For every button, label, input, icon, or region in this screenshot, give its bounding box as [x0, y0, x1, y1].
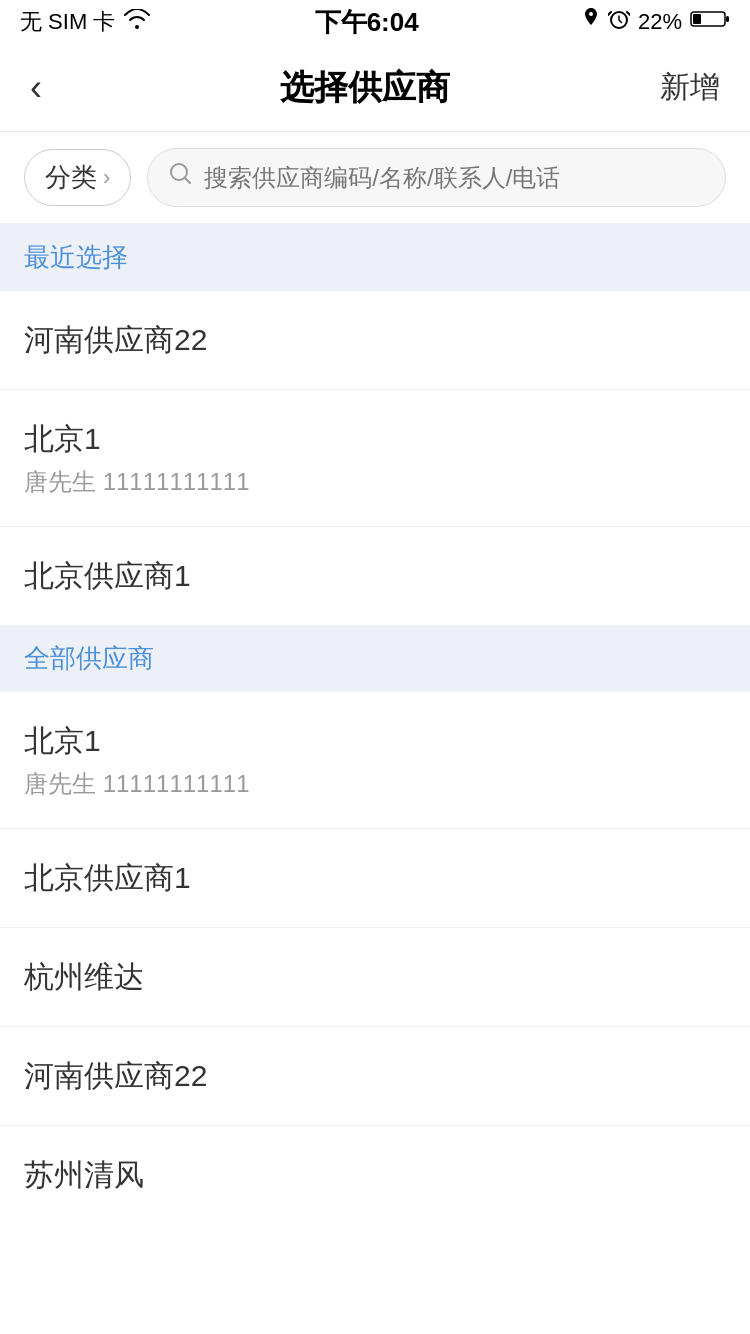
- nav-bar: ‹ 选择供应商 新增: [0, 44, 750, 132]
- list-item[interactable]: 北京供应商1: [0, 527, 750, 625]
- supplier-name: 河南供应商22: [24, 1055, 726, 1097]
- wifi-icon: [123, 9, 151, 35]
- supplier-name: 苏州清风: [24, 1154, 726, 1196]
- category-filter-button[interactable]: 分类 ›: [24, 149, 131, 206]
- list-item[interactable]: 北京1 唐先生 11111111111: [0, 692, 750, 829]
- back-button[interactable]: ‹: [30, 67, 90, 109]
- status-left: 无 SIM 卡: [20, 7, 151, 37]
- list-item[interactable]: 北京供应商1: [0, 829, 750, 928]
- list-item[interactable]: 河南供应商22: [0, 291, 750, 390]
- add-new-button[interactable]: 新增: [640, 67, 720, 108]
- list-item[interactable]: 杭州维达: [0, 928, 750, 1027]
- chevron-right-icon: ›: [103, 165, 110, 191]
- supplier-contact: 唐先生 11111111111: [24, 768, 726, 800]
- category-label: 分类: [45, 160, 97, 195]
- svg-rect-3: [693, 14, 701, 24]
- status-bar: 无 SIM 卡 下午6:04 22%: [0, 0, 750, 44]
- search-container: [147, 148, 726, 207]
- search-input[interactable]: [204, 164, 705, 192]
- all-supplier-list: 北京1 唐先生 11111111111 北京供应商1 杭州维达河南供应商22 苏州清风: [0, 692, 750, 1224]
- filter-bar: 分类 ›: [0, 132, 750, 224]
- list-item[interactable]: 北京1 唐先生 11111111111: [0, 390, 750, 527]
- status-time: 下午6:04: [315, 5, 419, 40]
- battery-icon: [690, 9, 730, 35]
- search-icon: [168, 161, 194, 194]
- recent-supplier-list: 河南供应商22 北京1 唐先生 11111111111 北京供应商1: [0, 291, 750, 625]
- alarm-icon: [608, 8, 630, 36]
- supplier-name: 北京1: [24, 418, 726, 460]
- supplier-contact: 唐先生 11111111111: [24, 466, 726, 498]
- supplier-name: 北京1: [24, 720, 726, 762]
- recent-section-header: 最近选择: [0, 224, 750, 291]
- svg-rect-2: [726, 16, 729, 22]
- supplier-name: 北京供应商1: [24, 857, 726, 899]
- sim-text: 无 SIM 卡: [20, 7, 115, 37]
- supplier-name: 河南供应商22: [24, 319, 726, 361]
- status-right: 22%: [582, 8, 730, 36]
- battery-percent: 22%: [638, 9, 682, 35]
- location-icon: [582, 8, 600, 36]
- page-title: 选择供应商: [280, 65, 450, 111]
- all-section-header: 全部供应商: [0, 625, 750, 692]
- list-item[interactable]: 河南供应商22: [0, 1027, 750, 1126]
- supplier-name: 北京供应商1: [24, 555, 726, 597]
- list-item[interactable]: 苏州清风: [0, 1126, 750, 1224]
- supplier-name: 杭州维达: [24, 956, 726, 998]
